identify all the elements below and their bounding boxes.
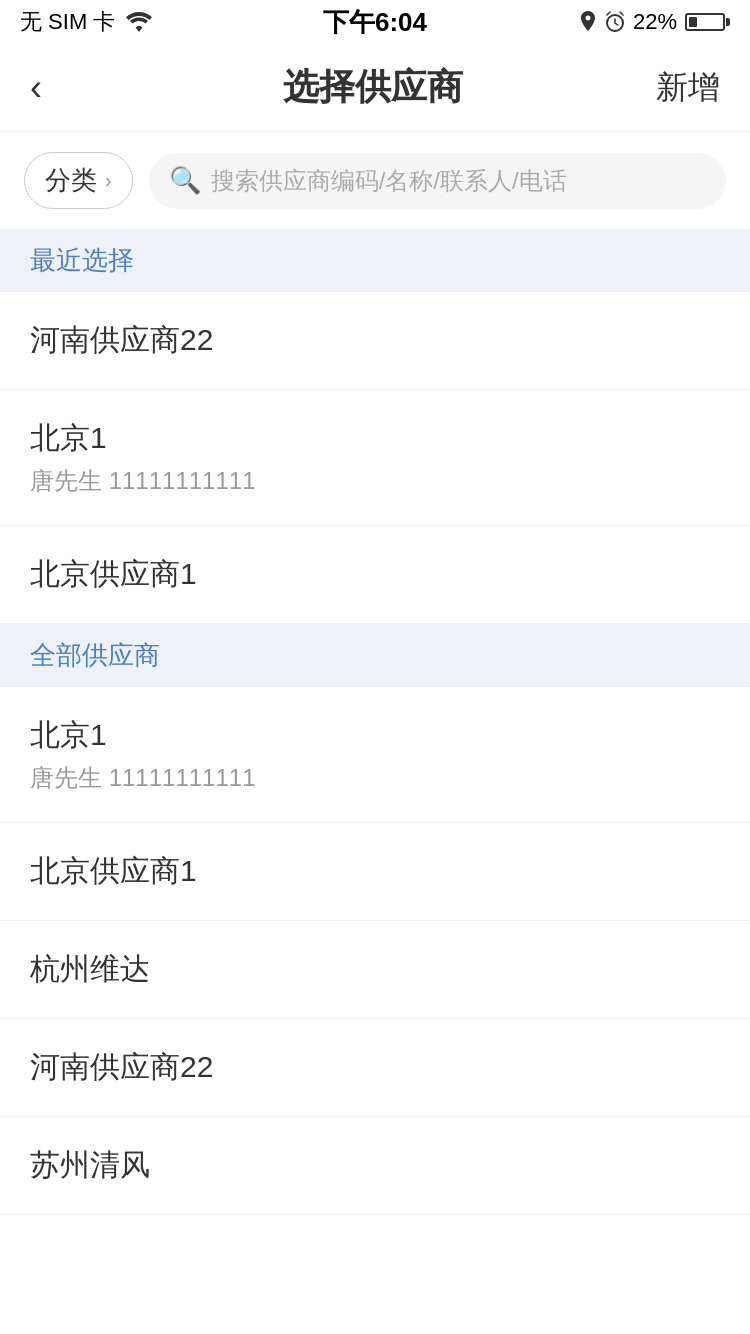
list-item[interactable]: 河南供应商22 xyxy=(0,292,750,390)
status-left: 无 SIM 卡 xyxy=(20,7,153,37)
search-icon: 🔍 xyxy=(169,165,201,196)
item-name: 北京1 xyxy=(30,418,720,459)
search-placeholder: 搜索供应商编码/名称/联系人/电话 xyxy=(211,165,567,197)
recent-header-text: 最近选择 xyxy=(30,245,134,275)
status-bar: 无 SIM 卡 下午6:04 22% xyxy=(0,0,750,44)
item-name: 杭州维达 xyxy=(30,949,720,990)
list-item[interactable]: 苏州清风 xyxy=(0,1117,750,1215)
recent-section-header: 最近选择 xyxy=(0,229,750,292)
category-label: 分类 xyxy=(45,163,97,198)
recent-items-list: 河南供应商22 北京1 唐先生 11111111111 北京供应商1 xyxy=(0,292,750,624)
list-item[interactable]: 北京供应商1 xyxy=(0,823,750,921)
list-item[interactable]: 杭州维达 xyxy=(0,921,750,1019)
all-header-text: 全部供应商 xyxy=(30,640,160,670)
all-section-header: 全部供应商 xyxy=(0,624,750,687)
battery-percent: 22% xyxy=(633,9,677,35)
new-action-button[interactable]: 新增 xyxy=(656,66,720,110)
chevron-right-icon: › xyxy=(105,169,112,192)
location-icon xyxy=(579,11,597,33)
category-button[interactable]: 分类 › xyxy=(24,152,133,209)
item-name: 北京供应商1 xyxy=(30,554,720,595)
list-item[interactable]: 北京1 唐先生 11111111111 xyxy=(0,390,750,526)
wifi-icon xyxy=(125,12,153,32)
list-item[interactable]: 北京1 唐先生 11111111111 xyxy=(0,687,750,823)
all-items-list: 北京1 唐先生 11111111111 北京供应商1 杭州维达 河南供应商22 … xyxy=(0,687,750,1215)
list-item[interactable]: 北京供应商1 xyxy=(0,526,750,624)
item-sub: 唐先生 11111111111 xyxy=(30,762,720,794)
item-name: 苏州清风 xyxy=(30,1145,720,1186)
item-sub: 唐先生 11111111111 xyxy=(30,465,720,497)
page-title: 选择供应商 xyxy=(283,63,463,112)
list-item[interactable]: 河南供应商22 xyxy=(0,1019,750,1117)
status-right: 22% xyxy=(579,9,730,35)
alarm-icon xyxy=(605,11,625,33)
back-button[interactable]: ‹ xyxy=(30,67,90,109)
status-time: 下午6:04 xyxy=(323,5,427,40)
search-box[interactable]: 🔍 搜索供应商编码/名称/联系人/电话 xyxy=(149,153,726,209)
filter-bar: 分类 › 🔍 搜索供应商编码/名称/联系人/电话 xyxy=(0,132,750,229)
item-name: 北京1 xyxy=(30,715,720,756)
item-name: 北京供应商1 xyxy=(30,851,720,892)
battery-icon xyxy=(685,13,730,31)
no-sim-text: 无 SIM 卡 xyxy=(20,7,115,37)
item-name: 河南供应商22 xyxy=(30,320,720,361)
item-name: 河南供应商22 xyxy=(30,1047,720,1088)
nav-bar: ‹ 选择供应商 新增 xyxy=(0,44,750,132)
back-icon: ‹ xyxy=(30,67,42,109)
